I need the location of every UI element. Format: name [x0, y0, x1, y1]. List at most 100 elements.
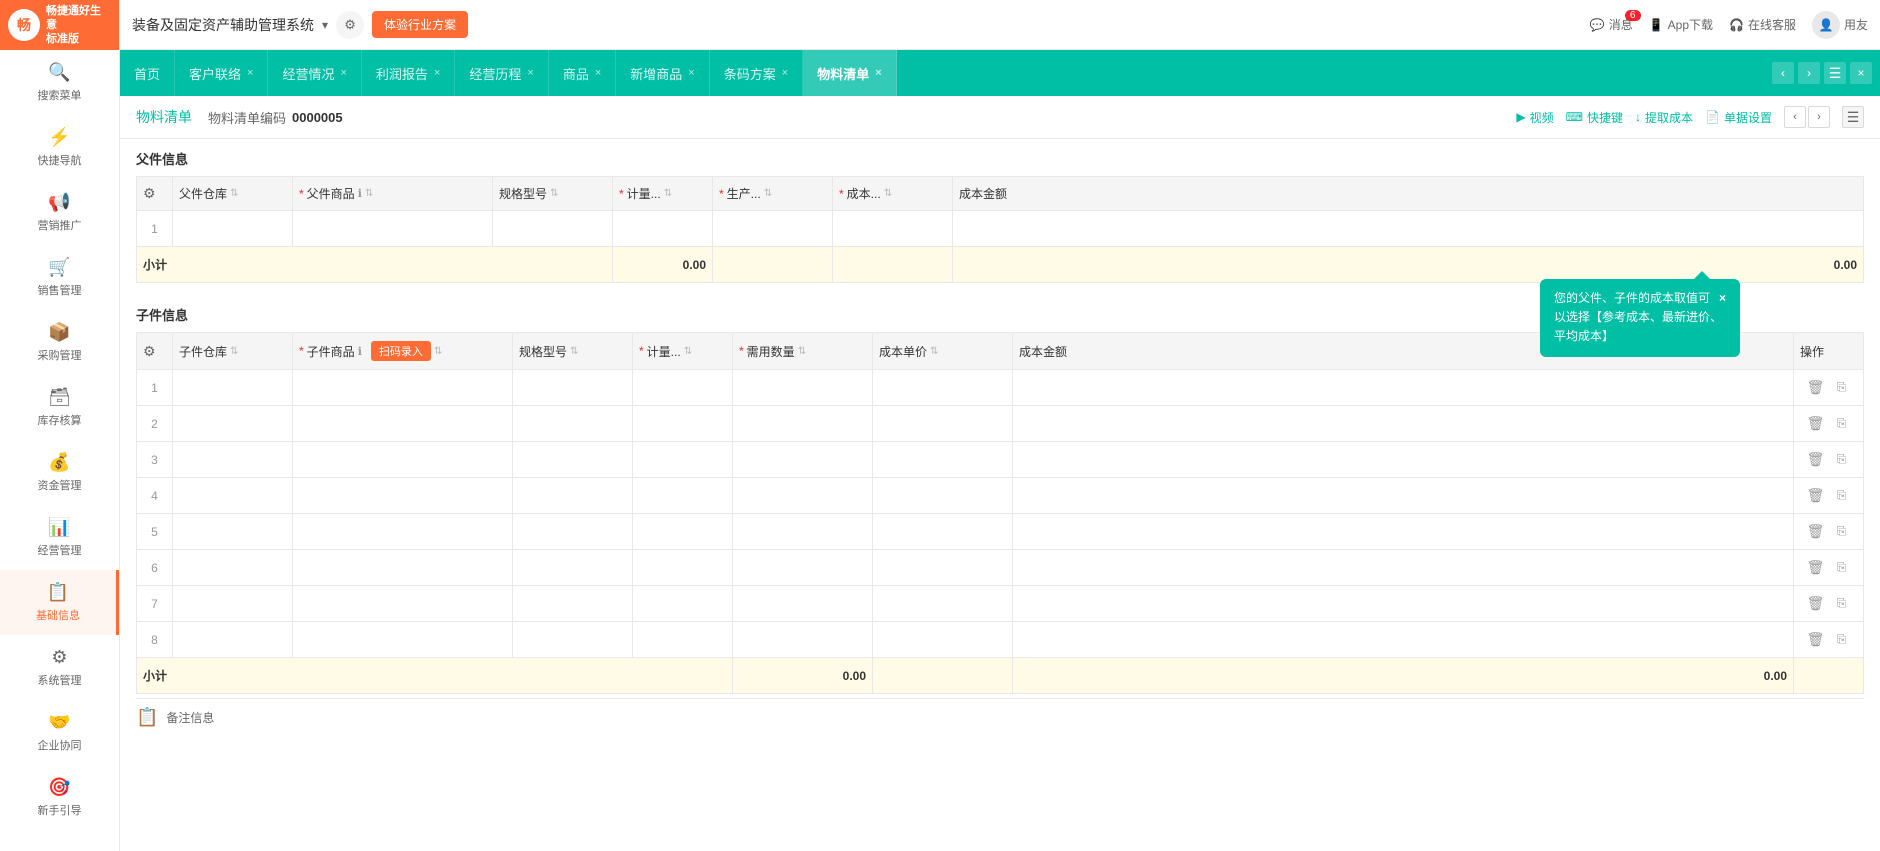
child-required-qty-cell-6[interactable] [733, 550, 873, 586]
delete-row-button-4[interactable]: 🗑 [1805, 485, 1827, 507]
close-history-tab[interactable]: × [527, 67, 533, 79]
delete-row-button-1[interactable]: 🗑 [1805, 377, 1827, 399]
copy-row-button-2[interactable]: ⎘ [1831, 413, 1853, 435]
delete-row-button-7[interactable]: 🗑 [1805, 593, 1827, 615]
shortcut-action[interactable]: ⌨ 快捷键 [1566, 109, 1623, 126]
child-warehouse-cell-4[interactable] [173, 478, 293, 514]
child-product-cell-6[interactable] [293, 550, 513, 586]
online-service-button[interactable]: 🎧 在线客服 [1729, 16, 1796, 33]
child-unit-cost-cell-1[interactable] [873, 370, 1013, 406]
tab-barcode[interactable]: 条码方案 × [710, 50, 803, 96]
child-unit-cost-cell-6[interactable] [873, 550, 1013, 586]
close-profit-tab[interactable]: × [434, 67, 440, 79]
delete-row-button-3[interactable]: 🗑 [1805, 449, 1827, 471]
sidebar-item-enterprise[interactable]: 🤝 企业协同 [0, 700, 119, 765]
child-spec-cell-2[interactable] [513, 406, 633, 442]
copy-row-button-8[interactable]: ⎘ [1831, 629, 1853, 651]
parent-product-cell[interactable] [293, 211, 493, 247]
user-menu[interactable]: 👤 用友 [1812, 11, 1868, 39]
child-product-cell-7[interactable] [293, 586, 513, 622]
child-unit-cell-7[interactable] [633, 586, 733, 622]
sidebar-item-sales[interactable]: 🛒 销售管理 [0, 245, 119, 310]
parent-warehouse-cell[interactable] [173, 211, 293, 247]
child-product-cell-3[interactable] [293, 442, 513, 478]
delete-row-button-5[interactable]: 🗑 [1805, 521, 1827, 543]
child-unit-cost-cell-5[interactable] [873, 514, 1013, 550]
prev-record-button[interactable]: ‹ [1784, 106, 1806, 128]
copy-row-button-5[interactable]: ⎘ [1831, 521, 1853, 543]
sidebar-item-marketing[interactable]: 📢 营销推广 [0, 180, 119, 245]
child-unit-cell-8[interactable] [633, 622, 733, 658]
delete-row-button-2[interactable]: 🗑 [1805, 413, 1827, 435]
child-unit-cell-3[interactable] [633, 442, 733, 478]
sidebar-item-guide[interactable]: 🎯 新手引导 [0, 765, 119, 830]
child-unit-cost-cell-3[interactable] [873, 442, 1013, 478]
tab-operations[interactable]: 经营情况 × [268, 50, 361, 96]
child-required-qty-cell-4[interactable] [733, 478, 873, 514]
message-button[interactable]: 💬 消息 6 [1590, 16, 1633, 33]
copy-row-button-7[interactable]: ⎘ [1831, 593, 1853, 615]
app-download-button[interactable]: 📱 App下载 [1649, 16, 1713, 33]
child-unit-cost-cell-7[interactable] [873, 586, 1013, 622]
child-warehouse-cell-8[interactable] [173, 622, 293, 658]
close-bom-tab[interactable]: × [875, 67, 881, 79]
child-warehouse-cell-6[interactable] [173, 550, 293, 586]
close-all-tabs-button[interactable]: × [1850, 62, 1872, 84]
copy-row-button-3[interactable]: ⎘ [1831, 449, 1853, 471]
child-required-qty-cell-2[interactable] [733, 406, 873, 442]
close-operations-tab[interactable]: × [340, 67, 346, 79]
child-required-qty-cell-7[interactable] [733, 586, 873, 622]
tooltip-close-button[interactable]: × [1719, 289, 1726, 308]
delete-row-button-6[interactable]: 🗑 [1805, 557, 1827, 579]
experience-button[interactable]: 体验行业方案 [372, 11, 468, 38]
child-required-qty-cell-5[interactable] [733, 514, 873, 550]
scan-button[interactable]: 扫码录入 [371, 341, 431, 361]
sidebar-item-purchase[interactable]: 📦 采购管理 [0, 310, 119, 375]
child-warehouse-cell-3[interactable] [173, 442, 293, 478]
sidebar-item-quicknav[interactable]: ⚡ 快捷导航 [0, 115, 119, 180]
sidebar-item-operations[interactable]: 📊 经营管理 [0, 505, 119, 570]
extract-cost-action[interactable]: ↓ 提取成本 [1635, 109, 1693, 126]
sidebar-item-system[interactable]: ⚙ 系统管理 [0, 635, 119, 700]
child-product-cell-1[interactable] [293, 370, 513, 406]
child-unit-cell-6[interactable] [633, 550, 733, 586]
child-warehouse-cell-2[interactable] [173, 406, 293, 442]
child-spec-cell-5[interactable] [513, 514, 633, 550]
column-settings-icon[interactable]: ⚙ [143, 185, 156, 201]
parent-spec-cell[interactable] [493, 211, 613, 247]
tab-prev-button[interactable]: ‹ [1772, 62, 1794, 84]
tab-new-products[interactable]: 新增商品 × [616, 50, 709, 96]
close-new-products-tab[interactable]: × [688, 67, 694, 79]
child-product-cell-8[interactable] [293, 622, 513, 658]
sidebar-item-basicinfo[interactable]: 📋 基础信息 [0, 570, 119, 635]
child-spec-cell-3[interactable] [513, 442, 633, 478]
child-unit-cell-5[interactable] [633, 514, 733, 550]
parent-production-cell[interactable] [713, 211, 833, 247]
child-unit-cost-cell-4[interactable] [873, 478, 1013, 514]
sidebar-item-finance[interactable]: 💰 资金管理 [0, 440, 119, 505]
child-unit-cost-cell-8[interactable] [873, 622, 1013, 658]
child-required-qty-cell-3[interactable] [733, 442, 873, 478]
child-unit-cell-2[interactable] [633, 406, 733, 442]
copy-row-button-1[interactable]: ⎘ [1831, 377, 1853, 399]
view-layout-button[interactable]: ☰ [1842, 106, 1864, 128]
tab-layout-button[interactable]: ☰ [1824, 62, 1846, 84]
child-warehouse-cell-5[interactable] [173, 514, 293, 550]
tab-history[interactable]: 经营历程 × [455, 50, 548, 96]
child-spec-cell-1[interactable] [513, 370, 633, 406]
single-settings-action[interactable]: 📄 单据设置 [1705, 109, 1772, 126]
video-action[interactable]: ▶ 视频 [1516, 109, 1553, 126]
sidebar-item-search[interactable]: 🔍 搜索菜单 [0, 50, 119, 115]
parent-unit-cell[interactable] [613, 211, 713, 247]
child-required-qty-cell-1[interactable] [733, 370, 873, 406]
child-unit-cell-4[interactable] [633, 478, 733, 514]
tab-next-button[interactable]: › [1798, 62, 1820, 84]
child-spec-cell-7[interactable] [513, 586, 633, 622]
copy-row-button-4[interactable]: ⎘ [1831, 485, 1853, 507]
child-spec-cell-6[interactable] [513, 550, 633, 586]
child-product-cell-5[interactable] [293, 514, 513, 550]
next-record-button[interactable]: › [1808, 106, 1830, 128]
child-warehouse-cell-1[interactable] [173, 370, 293, 406]
child-warehouse-cell-7[interactable] [173, 586, 293, 622]
child-product-cell-2[interactable] [293, 406, 513, 442]
